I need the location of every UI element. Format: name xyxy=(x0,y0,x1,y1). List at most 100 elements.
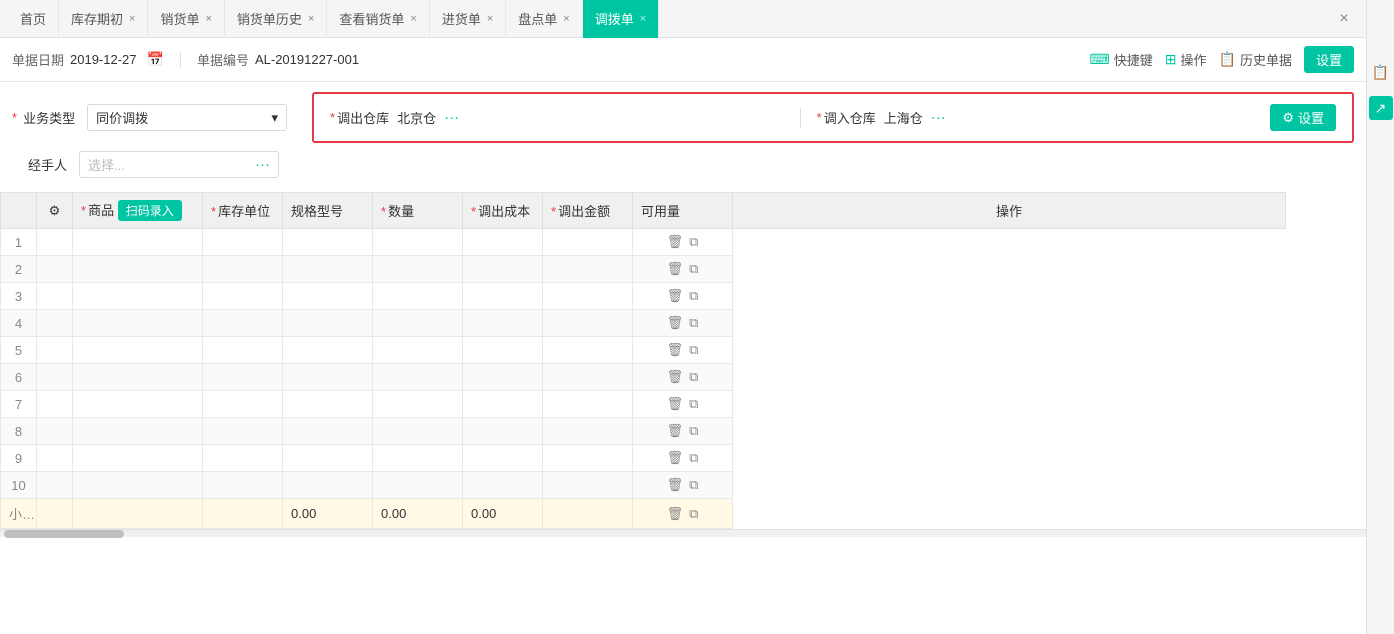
tab-home[interactable]: 首页 xyxy=(8,0,59,38)
row-10-delete-icon[interactable]: 🗑 xyxy=(667,477,684,493)
tab-purchase-order-close[interactable]: × xyxy=(487,13,493,25)
row-1-delete-icon[interactable]: 🗑 xyxy=(667,234,684,250)
row-10-qty[interactable] xyxy=(283,472,373,499)
row-3-cell-2[interactable] xyxy=(203,283,283,310)
tab-transfer-order[interactable]: 调拨单 × xyxy=(583,0,659,38)
row-5-qty[interactable] xyxy=(283,337,373,364)
row-7-qty[interactable] xyxy=(283,391,373,418)
tab-transfer-order-close[interactable]: × xyxy=(640,13,646,25)
row-5-cell-0[interactable] xyxy=(37,337,73,364)
row-9-copy-icon[interactable]: ⧉ xyxy=(689,450,698,466)
row-9-cell-1[interactable] xyxy=(73,445,203,472)
column-settings-icon[interactable]: ⚙ xyxy=(49,203,61,218)
row-2-avail[interactable] xyxy=(543,256,633,283)
scroll-thumb[interactable] xyxy=(4,530,124,538)
row-1-cell-1[interactable] xyxy=(73,229,203,256)
row-1-cell-2[interactable] xyxy=(203,229,283,256)
tab-view-sales[interactable]: 查看销货单 × xyxy=(327,0,429,38)
row-7-copy-icon[interactable]: ⧉ xyxy=(689,396,698,412)
operations-button[interactable]: ⊞ 操作 xyxy=(1165,50,1207,69)
row-7-cell-2[interactable] xyxy=(203,391,283,418)
row-8-qty[interactable] xyxy=(283,418,373,445)
row-1-avail[interactable] xyxy=(543,229,633,256)
scan-button[interactable]: 扫码录入 xyxy=(118,200,182,221)
row-10-cell-0[interactable] xyxy=(37,472,73,499)
tab-sales-history-close[interactable]: × xyxy=(308,13,314,25)
row-3-amount[interactable] xyxy=(463,283,543,310)
row-3-cell-1[interactable] xyxy=(73,283,203,310)
row-6-copy-icon[interactable]: ⧉ xyxy=(689,369,698,385)
row-6-cell-0[interactable] xyxy=(37,364,73,391)
business-type-select[interactable]: 同价调拨 ▾ xyxy=(87,104,287,131)
tab-bar-close-button[interactable]: × xyxy=(1330,5,1358,33)
row-8-avail[interactable] xyxy=(543,418,633,445)
row-7-amount[interactable] xyxy=(463,391,543,418)
row-5-cell-2[interactable] xyxy=(203,337,283,364)
row-5-delete-icon[interactable]: 🗑 xyxy=(667,342,684,358)
row-8-cell-0[interactable] xyxy=(37,418,73,445)
handler-more-icon[interactable]: ··· xyxy=(255,156,270,173)
row-8-cell-1[interactable] xyxy=(73,418,203,445)
sidebar-doc-icon[interactable]: 📋 xyxy=(1369,60,1393,84)
row-10-avail[interactable] xyxy=(543,472,633,499)
row-2-qty[interactable] xyxy=(283,256,373,283)
row-9-cell-2[interactable] xyxy=(203,445,283,472)
row-3-cost[interactable] xyxy=(373,283,463,310)
row-9-amount[interactable] xyxy=(463,445,543,472)
warehouse-settings-button[interactable]: ⚙ 设置 xyxy=(1270,104,1336,131)
row-9-delete-icon[interactable]: 🗑 xyxy=(667,450,684,466)
row-4-cell-1[interactable] xyxy=(73,310,203,337)
handler-select[interactable]: 选择... ··· xyxy=(79,151,279,178)
row-5-cost[interactable] xyxy=(373,337,463,364)
row-2-copy-icon[interactable]: ⧉ xyxy=(689,261,698,277)
row-3-copy-icon[interactable]: ⧉ xyxy=(689,288,698,304)
out-warehouse-more-icon[interactable]: ··· xyxy=(444,109,459,126)
row-5-avail[interactable] xyxy=(543,337,633,364)
row-9-avail[interactable] xyxy=(543,445,633,472)
row-7-cell-0[interactable] xyxy=(37,391,73,418)
row-10-cell-2[interactable] xyxy=(203,472,283,499)
in-warehouse-more-icon[interactable]: ··· xyxy=(931,109,946,126)
row-1-cost[interactable] xyxy=(373,229,463,256)
row-6-avail[interactable] xyxy=(543,364,633,391)
row-7-avail[interactable] xyxy=(543,391,633,418)
row-8-cell-2[interactable] xyxy=(203,418,283,445)
row-4-cost[interactable] xyxy=(373,310,463,337)
row-6-cell-2[interactable] xyxy=(203,364,283,391)
row-4-amount[interactable] xyxy=(463,310,543,337)
row-8-copy-icon[interactable]: ⧉ xyxy=(689,423,698,439)
row-9-cell-0[interactable] xyxy=(37,445,73,472)
row-10-cell-1[interactable] xyxy=(73,472,203,499)
row-4-copy-icon[interactable]: ⧉ xyxy=(689,315,698,331)
settings-button[interactable]: 设置 xyxy=(1304,46,1354,73)
row-4-avail[interactable] xyxy=(543,310,633,337)
row-4-qty[interactable] xyxy=(283,310,373,337)
row-11-delete-icon[interactable]: 🗑 xyxy=(667,506,684,522)
row-9-qty[interactable] xyxy=(283,445,373,472)
col-header-gear[interactable]: ⚙ xyxy=(37,193,73,229)
history-button[interactable]: 📋 历史单据 xyxy=(1219,50,1292,69)
row-3-delete-icon[interactable]: 🗑 xyxy=(667,288,684,304)
row-8-delete-icon[interactable]: 🗑 xyxy=(667,423,684,439)
row-2-cell-2[interactable] xyxy=(203,256,283,283)
row-1-amount[interactable] xyxy=(463,229,543,256)
row-3-qty[interactable] xyxy=(283,283,373,310)
tab-sales-order-close[interactable]: × xyxy=(205,13,211,25)
row-11-copy-icon[interactable]: ⧉ xyxy=(689,506,698,522)
row-1-cell-0[interactable] xyxy=(37,229,73,256)
tab-inventory-init-close[interactable]: × xyxy=(129,13,135,25)
row-1-qty[interactable] xyxy=(283,229,373,256)
horizontal-scrollbar[interactable] xyxy=(0,529,1366,537)
calendar-icon[interactable]: 📅 xyxy=(147,51,164,68)
row-8-amount[interactable] xyxy=(463,418,543,445)
row-8-cost[interactable] xyxy=(373,418,463,445)
row-7-delete-icon[interactable]: 🗑 xyxy=(667,396,684,412)
tab-view-sales-close[interactable]: × xyxy=(410,13,416,25)
row-2-cost[interactable] xyxy=(373,256,463,283)
row-2-cell-1[interactable] xyxy=(73,256,203,283)
row-4-cell-0[interactable] xyxy=(37,310,73,337)
row-10-copy-icon[interactable]: ⧉ xyxy=(689,477,698,493)
row-9-cost[interactable] xyxy=(373,445,463,472)
row-5-amount[interactable] xyxy=(463,337,543,364)
row-3-cell-0[interactable] xyxy=(37,283,73,310)
